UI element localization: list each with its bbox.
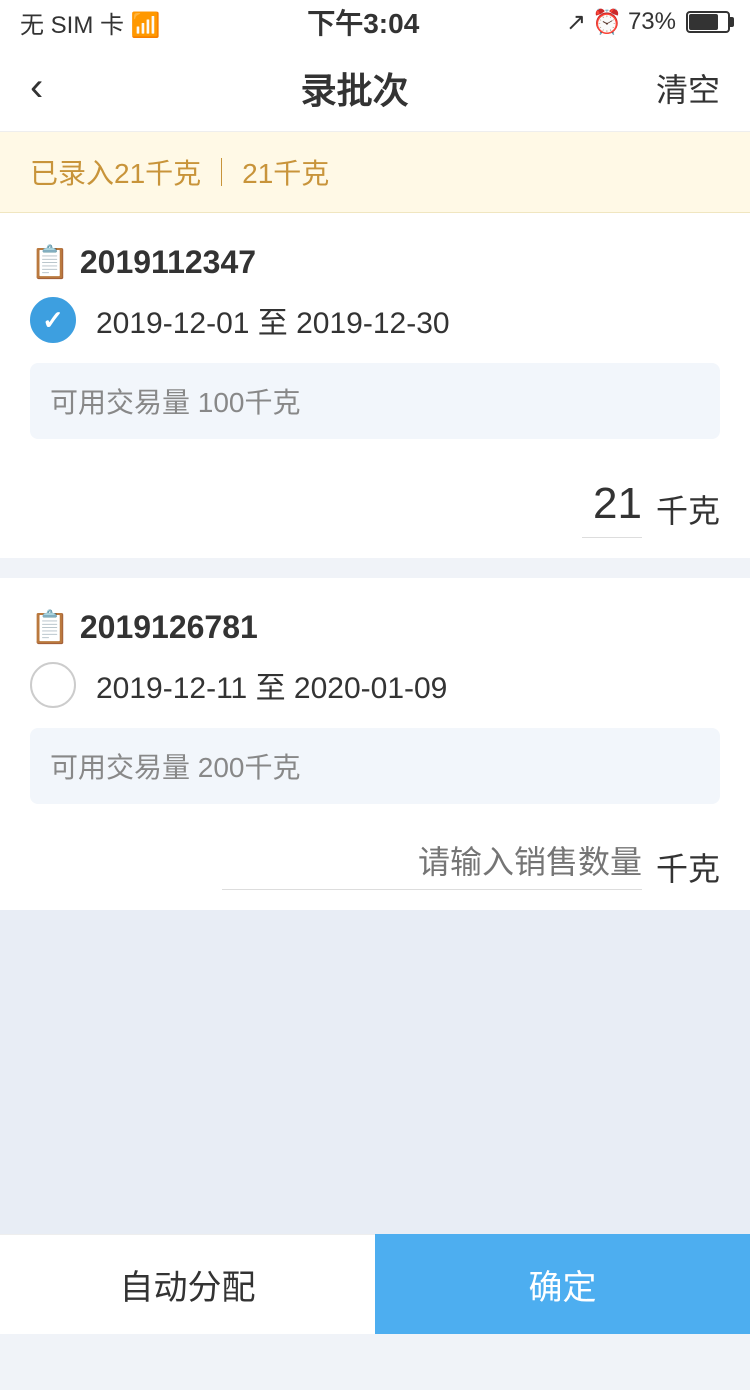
- sim-label: 无 SIM 卡 📶: [20, 5, 161, 40]
- battery-icon: [686, 11, 730, 33]
- batch1-row: 2019-12-01 至 2019-12-30: [30, 297, 720, 343]
- info-divider: [221, 158, 222, 186]
- batch1-id: 2019112347: [80, 244, 256, 281]
- batch2-radio[interactable]: [30, 662, 76, 708]
- empty-area: [0, 910, 750, 1290]
- location-icon: ↗: [566, 8, 586, 37]
- alarm-icon: ⏰: [592, 8, 622, 37]
- page-title: 录批次: [301, 62, 409, 114]
- confirm-button[interactable]: 确定: [375, 1234, 750, 1334]
- status-bar: 无 SIM 卡 📶 下午3:04 ↗ ⏰ 73%: [0, 0, 750, 44]
- section-divider: [0, 558, 750, 578]
- batch-card-2: 📋 2019126781 2019-12-11 至 2020-01-09 可用交…: [0, 578, 750, 910]
- info-banner: 已录入21千克 21千克: [0, 132, 750, 213]
- batch2-quantity-input[interactable]: [222, 844, 642, 881]
- nav-bar: ‹ 录批次 清空: [0, 44, 750, 132]
- batch2-id: 2019126781: [80, 609, 258, 646]
- status-left: 无 SIM 卡 📶: [20, 5, 161, 40]
- clear-button[interactable]: 清空: [656, 65, 720, 111]
- batch2-icon: 📋: [30, 608, 70, 646]
- back-button[interactable]: ‹: [20, 55, 53, 120]
- batch2-row: 2019-12-11 至 2020-01-09: [30, 662, 720, 708]
- batch2-header: 📋 2019126781: [30, 608, 720, 646]
- batch1-header: 📋 2019112347: [30, 243, 720, 281]
- recorded-label: 已录入21千克: [30, 152, 201, 192]
- main-content: 📋 2019112347 2019-12-01 至 2019-12-30 可用交…: [0, 213, 750, 1390]
- status-time: 下午3:04: [307, 2, 419, 42]
- batch2-date: 2019-12-11 至 2020-01-09: [96, 663, 447, 707]
- batch1-icon: 📋: [30, 243, 70, 281]
- batch-card-1: 📋 2019112347 2019-12-01 至 2019-12-30 可用交…: [0, 213, 750, 558]
- batch1-quantity-unit: 千克: [656, 486, 720, 532]
- bottom-bar: 自动分配 确定: [0, 1234, 750, 1334]
- batch1-available: 可用交易量 100千克: [30, 363, 720, 439]
- info-total: 21千克: [242, 152, 329, 192]
- status-right: ↗ ⏰ 73%: [566, 8, 730, 37]
- batch1-date: 2019-12-01 至 2019-12-30: [96, 298, 450, 342]
- batch2-available: 可用交易量 200千克: [30, 728, 720, 804]
- batch2-quantity-unit: 千克: [656, 844, 720, 890]
- batch1-radio[interactable]: [30, 297, 76, 343]
- batch1-quantity-value: 21: [582, 479, 642, 529]
- battery-percent: 73%: [628, 8, 676, 36]
- auto-distribute-button[interactable]: 自动分配: [0, 1234, 375, 1334]
